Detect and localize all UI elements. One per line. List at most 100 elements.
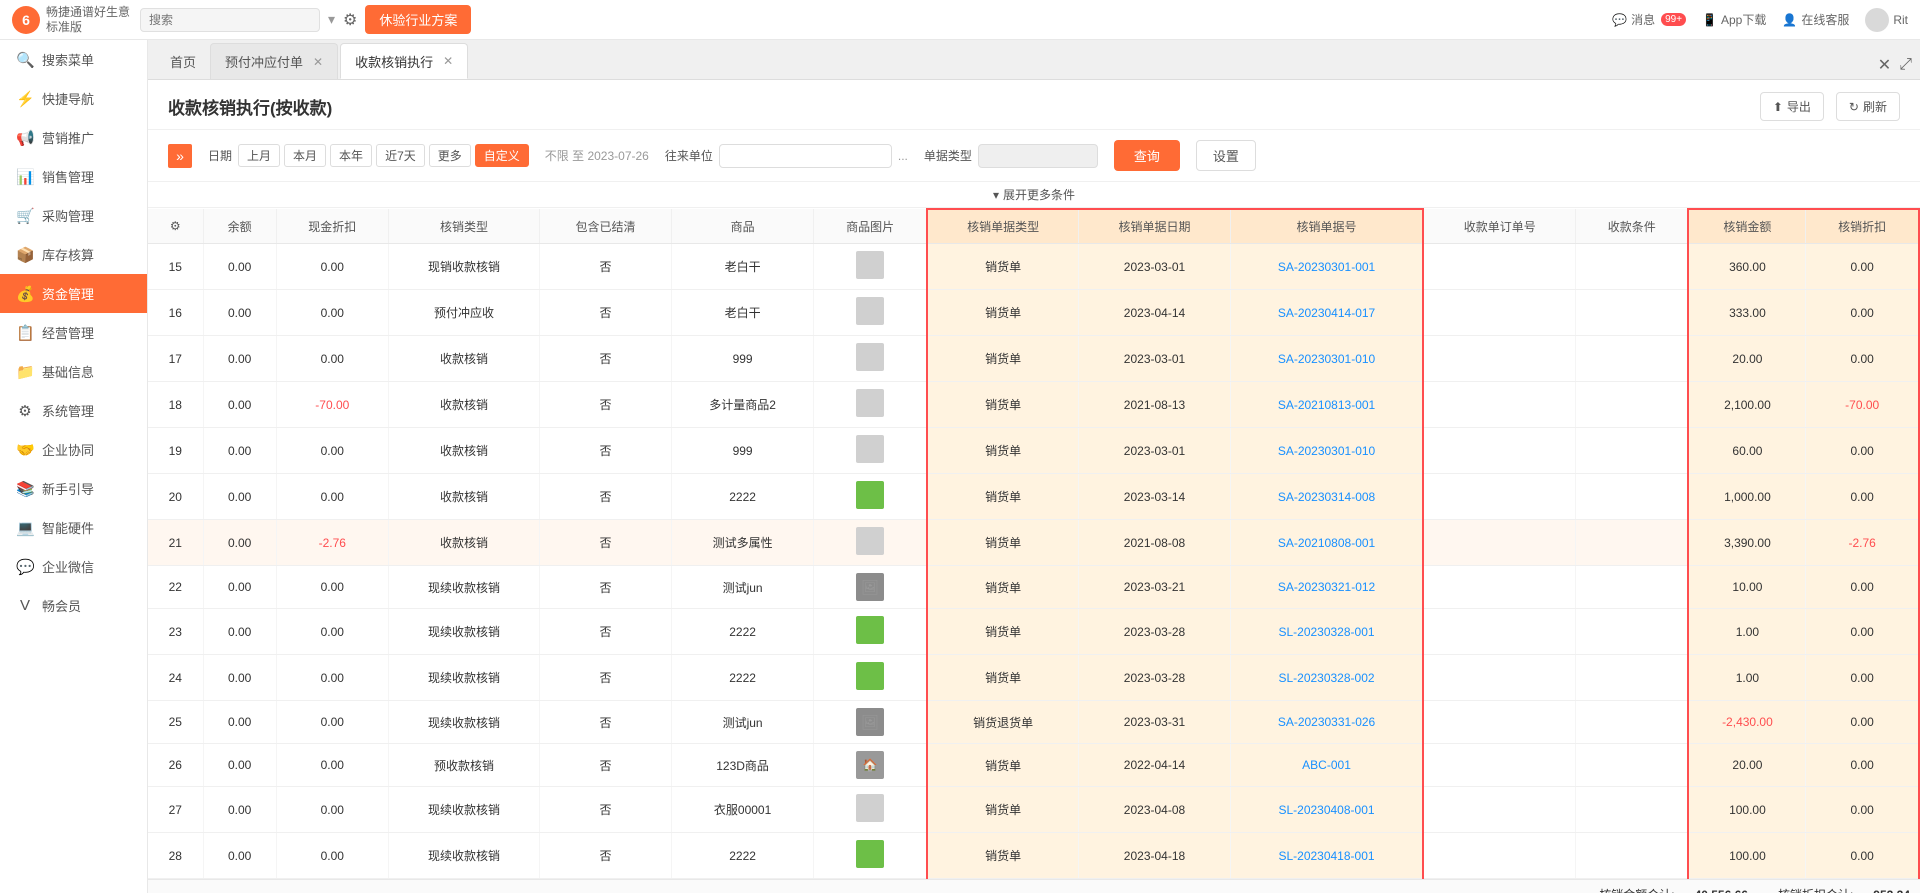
maximize-icon[interactable]: ⤢ (1899, 56, 1912, 74)
sidebar-item-label: 智能硬件 (42, 518, 94, 537)
message-item[interactable]: 💬 消息 99+ (1612, 11, 1686, 28)
verify-no-link[interactable]: SL-20230328-002 (1278, 671, 1374, 685)
product-image: 🏠 (856, 751, 884, 779)
cell-settings: 16 (148, 290, 203, 336)
date-tag-custom[interactable]: 自定义 (475, 144, 529, 167)
col-header-product: 商品 (671, 209, 814, 244)
sidebar-item-label: 营销推广 (42, 128, 94, 147)
tab-home[interactable]: 首页 (156, 43, 210, 79)
partner-dots[interactable]: ... (898, 149, 908, 163)
cell-verify_no[interactable]: SA-20210813-001 (1230, 382, 1423, 428)
tab-close-icon[interactable]: ✕ (313, 55, 323, 69)
verify-no-link[interactable]: SL-20230328-001 (1278, 625, 1374, 639)
sidebar-item-快捷导航[interactable]: ⚡快捷导航 (0, 79, 147, 118)
sidebar-item-系统管理[interactable]: ⚙系统管理 (0, 391, 147, 430)
verify-no-link[interactable]: SL-20230418-001 (1278, 849, 1374, 863)
service-icon: 👤 (1782, 13, 1797, 27)
export-icon: ⬆ (1773, 100, 1783, 114)
cell-verify_no[interactable]: SL-20230408-001 (1230, 787, 1423, 833)
tab-收款核销执行[interactable]: 收款核销执行✕ (340, 43, 468, 79)
cell-verify_type: 现续收款核销 (388, 701, 539, 744)
sidebar-item-经营管理[interactable]: 📋经营管理 (0, 313, 147, 352)
cell-verify_no[interactable]: SA-20230321-012 (1230, 566, 1423, 609)
sidebar-item-畅会员[interactable]: V畅会员 (0, 586, 147, 625)
sidebar-item-销售管理[interactable]: 📊销售管理 (0, 157, 147, 196)
sidebar-item-基础信息[interactable]: 📁基础信息 (0, 352, 147, 391)
dropdown-arrow[interactable]: ▾ (328, 11, 335, 28)
cell-receipt_condition (1575, 609, 1688, 655)
date-tag-this-year[interactable]: 本年 (330, 144, 372, 167)
table-footer: 核销金额合计: 40,556,66... 核销折扣合计: 952.24 (148, 879, 1920, 893)
cell-receipt_order_no (1423, 244, 1575, 290)
date-tag-more[interactable]: 更多 (429, 144, 471, 167)
message-label: 消息 (1631, 11, 1655, 28)
online-service-item[interactable]: 👤 在线客服 (1782, 11, 1849, 28)
search-input[interactable] (140, 8, 320, 32)
page-content: 收款核销执行(按收款) ⬆ 导出 ↻ 刷新 » 日期 (148, 80, 1920, 893)
date-tag-7days[interactable]: 近7天 (376, 144, 425, 167)
sidebar-item-营销推广[interactable]: 📢营销推广 (0, 118, 147, 157)
cell-verify_no[interactable]: SA-20230331-026 (1230, 701, 1423, 744)
table-container[interactable]: ⚙余额现金折扣核销类型包含已结清商品商品图片核销单据类型核销单据日期核销单据号收… (148, 208, 1920, 893)
app-download-item[interactable]: 📱 App下载 (1702, 11, 1766, 28)
voucher-type-select[interactable] (978, 144, 1098, 168)
query-button[interactable]: 查询 (1114, 140, 1180, 171)
cell-verify_no[interactable]: SA-20230414-017 (1230, 290, 1423, 336)
cell-verify_no[interactable]: SL-20230328-001 (1230, 609, 1423, 655)
cell-verify_type: 现续收款核销 (388, 609, 539, 655)
expand-conditions-bar[interactable]: ▾ 展开更多条件 (148, 182, 1920, 208)
cell-verify_no[interactable]: SA-20230301-010 (1230, 336, 1423, 382)
partner-input[interactable] (719, 144, 892, 168)
verify-no-link[interactable]: SA-20230301-001 (1278, 260, 1375, 274)
verify-no-link[interactable]: SL-20230408-001 (1278, 803, 1374, 817)
filter-expand-button[interactable]: » (168, 144, 192, 168)
gear-icon[interactable]: ⚙ (343, 10, 357, 30)
date-tag-last-month[interactable]: 上月 (238, 144, 280, 167)
cell-receipt_condition (1575, 474, 1688, 520)
close-window-icon[interactable]: ✕ (1878, 55, 1891, 75)
solution-button[interactable]: 休验行业方案 (365, 5, 471, 34)
verify-no-link[interactable]: ABC-001 (1302, 758, 1351, 772)
verify-no-link[interactable]: SA-20230321-012 (1278, 580, 1375, 594)
export-button[interactable]: ⬆ 导出 (1760, 92, 1824, 121)
cell-verify_voucher_type: 销货单 (927, 428, 1079, 474)
cell-receipt_condition (1575, 566, 1688, 609)
cell-cash_discount: 0.00 (276, 244, 388, 290)
sidebar-item-企业协同[interactable]: 🤝企业协同 (0, 430, 147, 469)
cell-verify_voucher_type: 销货单 (927, 474, 1079, 520)
verify-no-link[interactable]: SA-20230314-008 (1278, 490, 1375, 504)
cell-balance: 0.00 (203, 428, 276, 474)
sidebar-item-资金管理[interactable]: 💰资金管理 (0, 274, 147, 313)
logo-label: 畅捷通谱好生意 (46, 5, 130, 19)
cell-verify_no[interactable]: SA-20230301-001 (1230, 244, 1423, 290)
cell-verify_voucher_type: 销货单 (927, 655, 1079, 701)
refresh-button[interactable]: ↻ 刷新 (1836, 92, 1900, 121)
cell-receipt_order_no (1423, 382, 1575, 428)
cell-verify_date: 2021-08-08 (1079, 520, 1230, 566)
sidebar-item-采购管理[interactable]: 🛒采购管理 (0, 196, 147, 235)
sidebar-item-智能硬件[interactable]: 💻智能硬件 (0, 508, 147, 547)
cell-verify_no[interactable]: SA-20230301-010 (1230, 428, 1423, 474)
user-item[interactable]: Rit (1865, 8, 1908, 32)
sidebar-item-搜索菜单[interactable]: 🔍搜索菜单 (0, 40, 147, 79)
cell-verify_no[interactable]: SA-20230314-008 (1230, 474, 1423, 520)
verify-no-link[interactable]: SA-20230414-017 (1278, 306, 1375, 320)
verify-no-link[interactable]: SA-20230301-010 (1278, 352, 1375, 366)
sidebar-item-新手引导[interactable]: 📚新手引导 (0, 469, 147, 508)
date-tags: 上月 本月 本年 近7天 更多 自定义 (238, 144, 529, 167)
table-row: 160.000.00预付冲应收否老白干销货单2023-04-14SA-20230… (148, 290, 1919, 336)
cell-verify_no[interactable]: ABC-001 (1230, 744, 1423, 787)
verify-no-link[interactable]: SA-20230331-026 (1278, 715, 1375, 729)
cell-verify_no[interactable]: SA-20210808-001 (1230, 520, 1423, 566)
verify-no-link[interactable]: SA-20230301-010 (1278, 444, 1375, 458)
verify-no-link[interactable]: SA-20210808-001 (1278, 536, 1375, 550)
tab-close-icon[interactable]: ✕ (443, 54, 453, 68)
date-tag-this-month[interactable]: 本月 (284, 144, 326, 167)
filter-settings-button[interactable]: 设置 (1196, 140, 1256, 171)
tab-预付冲应付单[interactable]: 预付冲应付单✕ (210, 43, 338, 79)
sidebar-item-企业微信[interactable]: 💬企业微信 (0, 547, 147, 586)
cell-verify_no[interactable]: SL-20230328-002 (1230, 655, 1423, 701)
sidebar-item-库存核算[interactable]: 📦库存核算 (0, 235, 147, 274)
cell-verify_no[interactable]: SL-20230418-001 (1230, 833, 1423, 879)
verify-no-link[interactable]: SA-20210813-001 (1278, 398, 1375, 412)
